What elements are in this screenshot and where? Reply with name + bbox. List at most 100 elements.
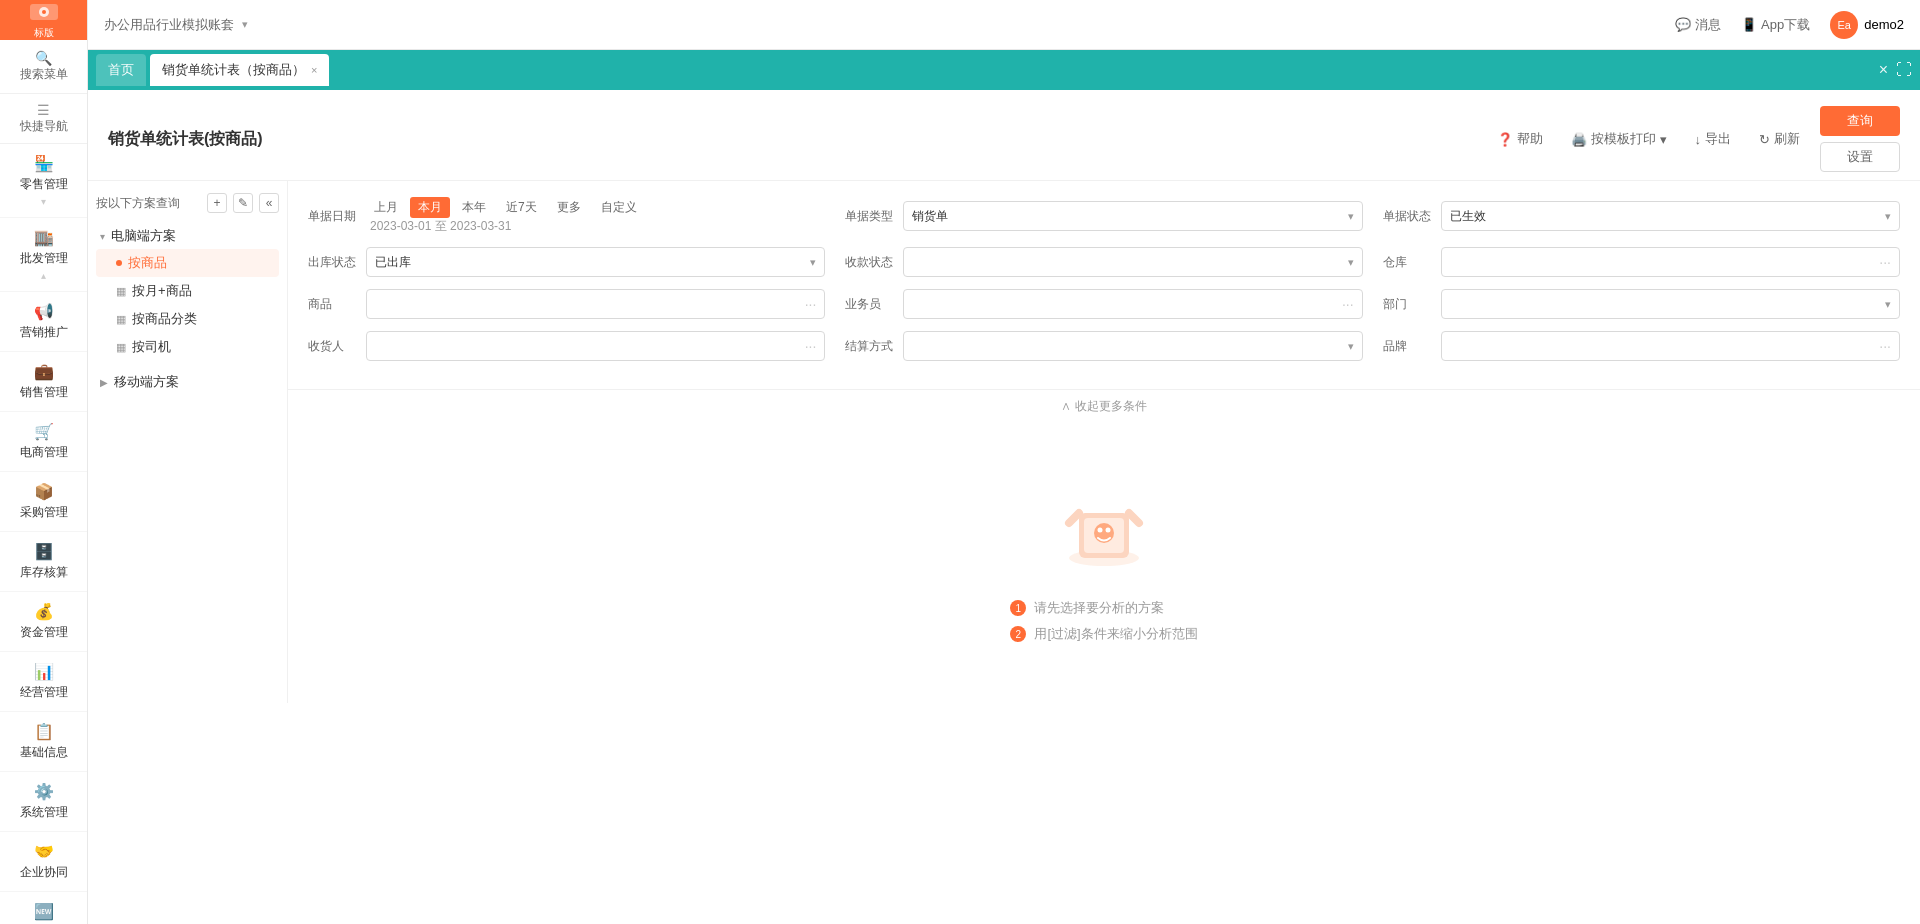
retail-icon: 🏪	[34, 154, 54, 173]
doc-status-control[interactable]: 已生效 ▾	[1441, 201, 1900, 231]
date-tab-custom[interactable]: 自定义	[593, 197, 645, 218]
sales-icon: 💼	[34, 362, 54, 381]
scheme-add-button[interactable]: +	[207, 193, 227, 213]
header-left: 办公用品行业模拟账套 ▾	[104, 16, 248, 34]
basic-icon: 📋	[34, 722, 54, 741]
industry-dropdown-arrow[interactable]: ▾	[242, 18, 248, 31]
export-button[interactable]: ↓ 导出	[1687, 126, 1740, 152]
scheme-item-by-driver[interactable]: ▦ 按司机	[96, 333, 279, 361]
dept-dropdown-arrow: ▾	[1885, 298, 1891, 311]
warehouse-label: 仓库	[1383, 254, 1433, 271]
tab-bar: 首页 销货单统计表（按商品） × × ⛶	[88, 50, 1920, 90]
dept-control[interactable]: ▾	[1441, 289, 1900, 319]
date-tab-last-month[interactable]: 上月	[366, 197, 406, 218]
doc-type-dropdown-arrow: ▾	[1348, 210, 1354, 223]
sidebar-item-system[interactable]: ⚙️ 系统管理	[0, 772, 87, 832]
date-tab-this-year[interactable]: 本年	[454, 197, 494, 218]
goods-more-icon[interactable]: ···	[805, 296, 817, 312]
sidebar-item-retail[interactable]: 🏪 零售管理 ▾	[0, 144, 87, 218]
sidebar-item-operation[interactable]: 📊 经营管理	[0, 652, 87, 712]
warehouse-control[interactable]: ···	[1441, 247, 1900, 277]
scheme-panel: 按以下方案查询 + ✎ « ▾ 电脑端方案	[88, 181, 288, 703]
tip-2-text: 用[过滤]条件来缩小分析范围	[1034, 625, 1197, 643]
brand-control[interactable]: ···	[1441, 331, 1900, 361]
scheme-edit-button[interactable]: ✎	[233, 193, 253, 213]
query-button[interactable]: 查询	[1820, 106, 1900, 136]
sidebar-item-wholesale[interactable]: 🏬 批发管理 ▴	[0, 218, 87, 292]
goods-control[interactable]: ···	[366, 289, 825, 319]
filter-collect-status: 收款状态 ▾	[845, 247, 1362, 277]
scheme-item-by-goods[interactable]: 按商品	[96, 249, 279, 277]
doc-type-value: 销货单	[912, 208, 1347, 225]
print-button[interactable]: 🖨️ 按模板打印 ▾	[1563, 126, 1675, 152]
tab-maximize-icon[interactable]: ⛶	[1896, 61, 1912, 79]
date-tab-this-month[interactable]: 本月	[410, 197, 450, 218]
sidebar-item-marketing[interactable]: 📢 营销推广	[0, 292, 87, 352]
chevron-up-icon: ▴	[41, 270, 46, 281]
sidebar: 标版 🔍 搜索菜单 ☰ 快捷导航 🏪 零售管理 ▾ 🏬 批发管理 ▴ 📢 营销推…	[0, 0, 88, 924]
sidebar-item-guide[interactable]: 🆕 新手引导	[0, 892, 87, 924]
operation-icon: 📊	[34, 662, 54, 681]
quick-nav[interactable]: ☰ 快捷导航	[0, 94, 87, 144]
app-download-button[interactable]: 📱 App下载	[1741, 16, 1810, 34]
svg-point-8	[1106, 528, 1111, 533]
receiver-more-icon[interactable]: ···	[805, 338, 817, 354]
message-button[interactable]: 💬 消息	[1675, 16, 1721, 34]
doc-type-control[interactable]: 销货单 ▾	[903, 201, 1362, 231]
tab-bar-right: × ⛶	[1879, 61, 1912, 79]
out-status-label: 出库状态	[308, 254, 358, 271]
scheme-collapse-button[interactable]: «	[259, 193, 279, 213]
sidebar-item-inventory[interactable]: 🗄️ 库存核算	[0, 532, 87, 592]
payment-control[interactable]: ▾	[903, 331, 1362, 361]
collect-status-control[interactable]: ▾	[903, 247, 1362, 277]
scheme-item-by-category[interactable]: ▦ 按商品分类	[96, 305, 279, 333]
salesman-label: 业务员	[845, 296, 895, 313]
help-button[interactable]: ❓ 帮助	[1489, 126, 1551, 152]
sidebar-item-cooperation[interactable]: 🤝 企业协同	[0, 832, 87, 892]
tab-minimize-icon[interactable]: ×	[1879, 61, 1888, 79]
filter-warehouse: 仓库 ···	[1383, 247, 1900, 277]
scheme-item-by-month-goods[interactable]: ▦ 按月+商品	[96, 277, 279, 305]
main-area: 办公用品行业模拟账套 ▾ 💬 消息 📱 App下载 Ea demo2 首页 销货…	[88, 0, 1920, 924]
collapse-button[interactable]: ∧ 收起更多条件	[288, 389, 1920, 423]
sidebar-item-sales[interactable]: 💼 销售管理	[0, 352, 87, 412]
search-menu[interactable]: 🔍 搜索菜单	[0, 40, 87, 94]
industry-label[interactable]: 办公用品行业模拟账套	[104, 16, 234, 34]
tip-1-number: 1	[1010, 600, 1026, 616]
setting-button[interactable]: 设置	[1820, 142, 1900, 172]
sidebar-item-finance[interactable]: 💰 资金管理	[0, 592, 87, 652]
empty-tips: 1 请先选择要分析的方案 2 用[过滤]条件来缩小分析范围	[1010, 599, 1197, 643]
warehouse-more-icon[interactable]: ···	[1879, 254, 1891, 270]
user-info[interactable]: Ea demo2	[1830, 11, 1904, 39]
sidebar-item-ecommerce[interactable]: 🛒 电商管理	[0, 412, 87, 472]
sidebar-item-basic[interactable]: 📋 基础信息	[0, 712, 87, 772]
scheme-group-mobile: ▶ 移动端方案	[96, 369, 279, 395]
collect-status-label: 收款状态	[845, 254, 895, 271]
print-icon: 🖨️	[1571, 132, 1587, 147]
tab-active[interactable]: 销货单统计表（按商品） ×	[150, 54, 329, 86]
collect-status-dropdown-arrow: ▾	[1348, 256, 1354, 269]
salesman-control[interactable]: ···	[903, 289, 1362, 319]
date-tab-7days[interactable]: 近7天	[498, 197, 545, 218]
scheme-group-pc-title[interactable]: ▾ 电脑端方案	[96, 223, 279, 249]
brand-more-icon[interactable]: ···	[1879, 338, 1891, 354]
payment-dropdown-arrow: ▾	[1348, 340, 1354, 353]
export-icon: ↓	[1695, 132, 1702, 147]
tab-close-icon[interactable]: ×	[311, 64, 317, 76]
finance-icon: 💰	[34, 602, 54, 621]
app-download-icon: 📱	[1741, 17, 1757, 32]
top-header: 办公用品行业模拟账套 ▾ 💬 消息 📱 App下载 Ea demo2	[88, 0, 1920, 50]
print-dropdown-arrow[interactable]: ▾	[1660, 132, 1667, 147]
out-status-control[interactable]: 已出库 ▾	[366, 247, 825, 277]
out-status-value: 已出库	[375, 254, 810, 271]
filter-doc-type: 单据类型 销货单 ▾	[845, 197, 1362, 235]
scheme-group-mobile-title[interactable]: ▶ 移动端方案	[96, 369, 279, 395]
receiver-control[interactable]: ···	[366, 331, 825, 361]
sidebar-item-purchase[interactable]: 📦 采购管理	[0, 472, 87, 532]
tab-home[interactable]: 首页	[96, 54, 146, 86]
message-icon: 💬	[1675, 17, 1691, 32]
date-tab-more[interactable]: 更多	[549, 197, 589, 218]
salesman-more-icon[interactable]: ···	[1342, 296, 1354, 312]
date-range-text: 2023-03-01 至 2023-03-31	[370, 218, 825, 235]
refresh-button[interactable]: ↻ 刷新	[1751, 126, 1808, 152]
